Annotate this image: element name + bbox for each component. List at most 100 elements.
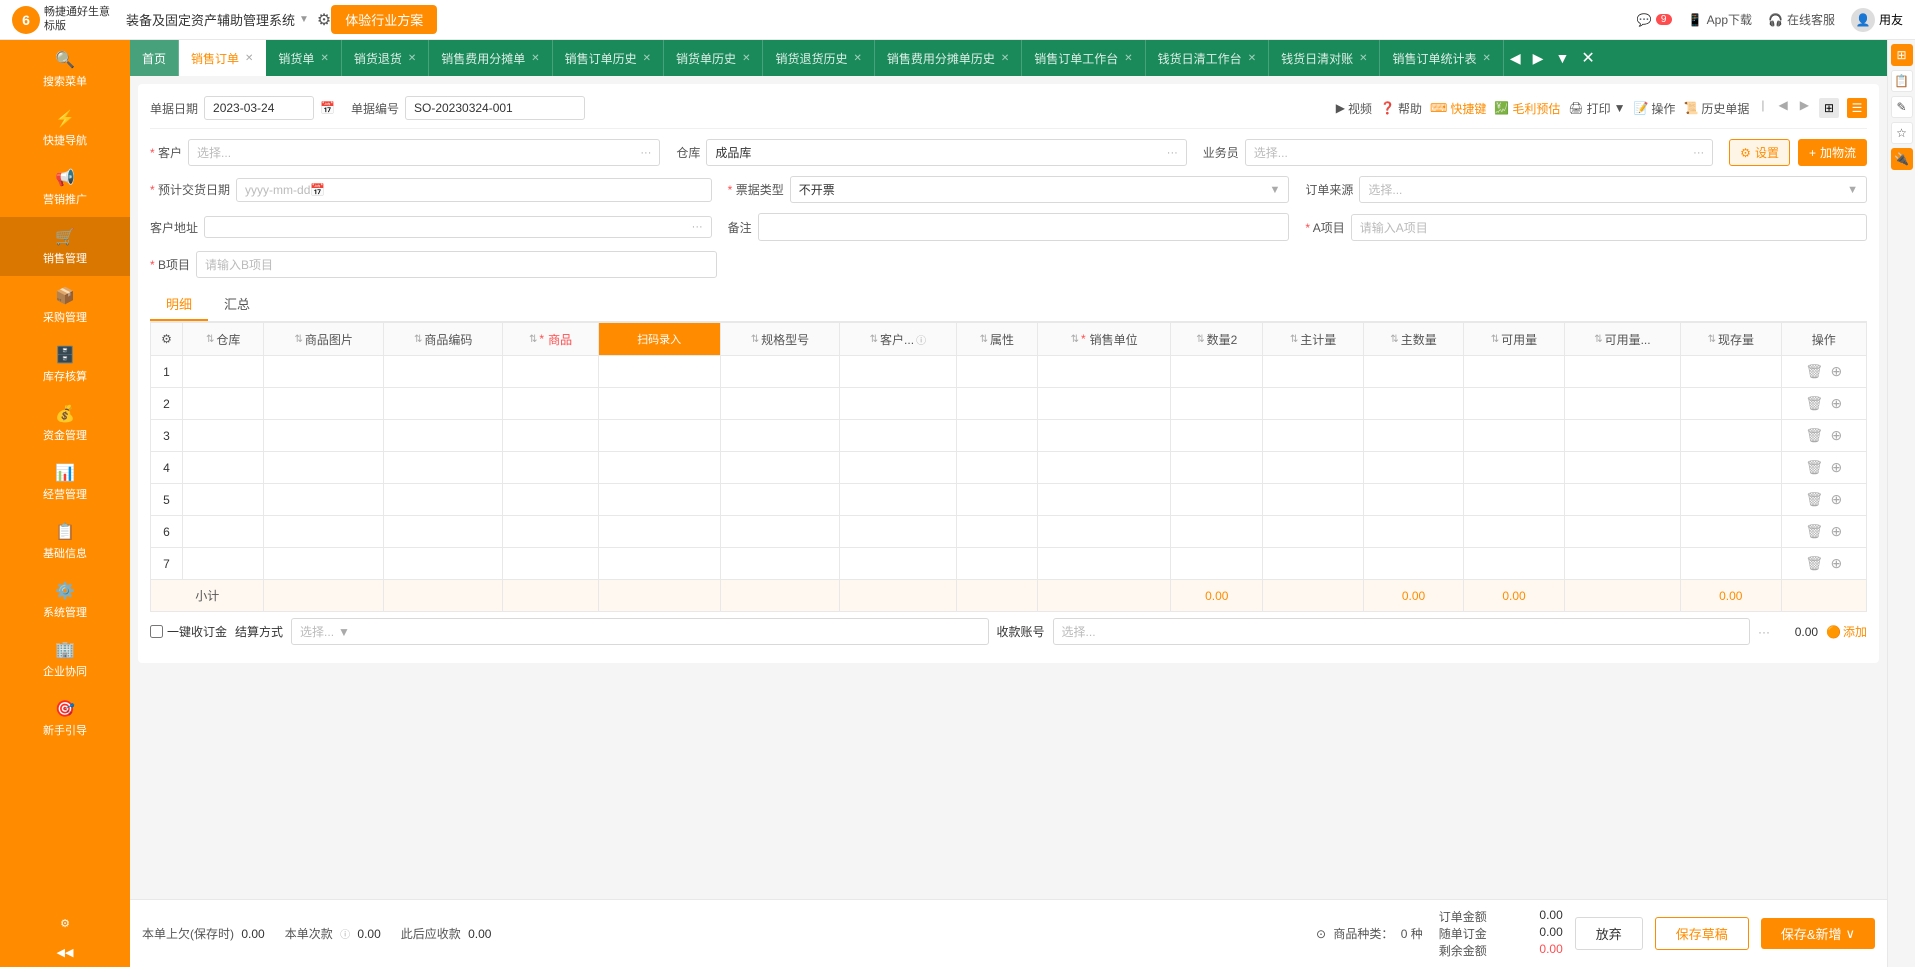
- tab-close-icon[interactable]: ✕: [1483, 53, 1491, 64]
- copy-icon[interactable]: ⊕: [1830, 459, 1842, 475]
- history-btn[interactable]: 📜 历史单据: [1683, 98, 1749, 118]
- right-panel-icon-3[interactable]: ✎: [1891, 96, 1913, 118]
- row-available[interactable]: [1464, 356, 1564, 388]
- copy-icon[interactable]: ⊕: [1830, 395, 1842, 411]
- system-name[interactable]: 装备及固定资产辅助管理系统 ▼: [126, 10, 309, 29]
- gear-icon[interactable]: ⚙: [317, 10, 331, 30]
- th-sort-icon[interactable]: ⇅: [980, 334, 988, 345]
- tab-reconcile[interactable]: 钱货日清对账 ✕: [1269, 40, 1380, 76]
- settlement-select[interactable]: 选择... ▼: [291, 618, 989, 645]
- tab-close-icon[interactable]: ✕: [1124, 53, 1132, 64]
- tab-close-icon[interactable]: ✕: [1248, 53, 1256, 64]
- tab-close-icon[interactable]: ✕: [643, 53, 651, 64]
- th-sort-icon[interactable]: ⇅: [206, 334, 214, 345]
- sidebar-item-system[interactable]: ⚙️ 系统管理: [0, 571, 130, 630]
- sidebar-item-quick-nav[interactable]: ⚡ 快捷导航: [0, 99, 130, 158]
- warehouse-input[interactable]: 成品库 ···: [706, 139, 1186, 166]
- settings-action-btn[interactable]: ⚙ 设置: [1729, 139, 1790, 166]
- tab-sales-return[interactable]: 销货单 ✕: [266, 40, 341, 76]
- delete-icon[interactable]: 🗑: [1805, 363, 1823, 379]
- row-product-image[interactable]: [264, 356, 384, 388]
- tab-prev-btn[interactable]: ◀: [1504, 50, 1527, 67]
- th-main-unit[interactable]: ⇅主计量: [1263, 323, 1363, 356]
- view-btn[interactable]: ▶ 视频: [1336, 98, 1372, 118]
- row-sales-unit[interactable]: [1038, 356, 1171, 388]
- sidebar-item-basic-info[interactable]: 📋 基础信息: [0, 512, 130, 571]
- row-qty2[interactable]: [1171, 356, 1263, 388]
- tab-close-icon[interactable]: ✕: [320, 53, 328, 64]
- row-customer-col[interactable]: [840, 356, 956, 388]
- tab-close-icon[interactable]: ✕: [853, 53, 861, 64]
- th-product[interactable]: ⇅*商品: [503, 323, 598, 356]
- customer-address-input[interactable]: ···: [204, 216, 712, 238]
- nav-next-icon[interactable]: ▶: [1800, 98, 1809, 118]
- delete-icon[interactable]: 🗑: [1805, 523, 1823, 539]
- memo-input[interactable]: [758, 213, 1290, 241]
- add-payment-btn[interactable]: 🟠 添加: [1826, 623, 1867, 640]
- row-attribute[interactable]: [956, 356, 1037, 388]
- right-panel-icon-5[interactable]: 🔌: [1891, 148, 1913, 170]
- tab-sales-fee-history[interactable]: 销售费用分摊单历史 ✕: [875, 40, 1022, 76]
- copy-icon[interactable]: ⊕: [1830, 427, 1842, 443]
- delivery-calendar-icon[interactable]: 📅: [310, 183, 325, 197]
- calendar-icon[interactable]: 📅: [320, 101, 335, 115]
- th-qty2[interactable]: ⇅数量2: [1171, 323, 1263, 356]
- sidebar-item-marketing[interactable]: 📢 营销推广: [0, 158, 130, 217]
- sidebar-item-inventory[interactable]: 🗄️ 库存核算: [0, 335, 130, 394]
- print-btn[interactable]: 🖨 打印 ▼: [1568, 98, 1625, 118]
- row-warehouse[interactable]: [183, 356, 264, 388]
- delete-icon[interactable]: 🗑: [1805, 555, 1823, 571]
- add-logistics-btn[interactable]: + 加物流: [1798, 139, 1867, 166]
- sidebar-settings-btn[interactable]: ⚙: [0, 909, 130, 938]
- order-source-input[interactable]: 选择... ▼: [1359, 176, 1867, 203]
- user-area[interactable]: 👤 用友: [1851, 8, 1903, 32]
- th-sort-icon[interactable]: ⇅: [1594, 334, 1602, 345]
- scan-btn[interactable]: 扫码录入: [629, 329, 689, 349]
- customer-input[interactable]: 选择... ···: [188, 139, 660, 166]
- delivery-date-input[interactable]: yyyy-mm-dd 📅: [236, 178, 712, 202]
- sidebar-item-purchase[interactable]: 📦 采购管理: [0, 276, 130, 335]
- tab-close-icon[interactable]: ✕: [245, 53, 253, 64]
- tab-sales-stats[interactable]: 销售订单统计表 ✕: [1380, 40, 1503, 76]
- th-main-qty[interactable]: ⇅主数量: [1363, 323, 1463, 356]
- operation-btn[interactable]: 📝 操作: [1633, 98, 1675, 118]
- salesperson-input[interactable]: 选择... ···: [1245, 139, 1713, 166]
- th-sort-icon[interactable]: ⇅: [870, 334, 878, 345]
- tab-summary[interactable]: 汇总: [208, 288, 266, 321]
- th-warehouse[interactable]: ⇅仓库: [183, 323, 264, 356]
- save-new-chevron-icon[interactable]: ∨: [1845, 926, 1855, 942]
- th-sales-unit[interactable]: ⇅*销售单位: [1038, 323, 1171, 356]
- sidebar-collapse-btn[interactable]: ◀◀: [0, 938, 130, 967]
- customer-address-ellipsis-icon[interactable]: ···: [692, 221, 703, 233]
- online-support-btn[interactable]: 🎧 在线客服: [1768, 11, 1835, 28]
- list-view-icon[interactable]: ☰: [1847, 98, 1867, 118]
- sidebar-item-operations[interactable]: 📊 经营管理: [0, 453, 130, 512]
- right-panel-icon-2[interactable]: 📋: [1891, 70, 1913, 92]
- row-spec[interactable]: [720, 356, 840, 388]
- th-sort-icon[interactable]: ⇅: [751, 334, 759, 345]
- invoice-type-select[interactable]: 不开票 ▼: [790, 176, 1290, 203]
- tab-sales-return-history[interactable]: 销货单历史 ✕: [664, 40, 763, 76]
- discard-button[interactable]: 放弃: [1575, 917, 1643, 950]
- copy-icon[interactable]: ⊕: [1830, 523, 1842, 539]
- delete-icon[interactable]: 🗑: [1805, 395, 1823, 411]
- th-sort-icon[interactable]: ⇅: [1196, 334, 1204, 345]
- save-new-button[interactable]: 保存&新增 ∨: [1761, 918, 1875, 949]
- th-spec[interactable]: ⇅规格型号: [720, 323, 840, 356]
- one-click-checkbox[interactable]: 一键收订金: [150, 623, 227, 640]
- a-project-input[interactable]: 请输入A项目: [1351, 214, 1867, 241]
- save-draft-button[interactable]: 保存草稿: [1655, 917, 1749, 950]
- copy-icon[interactable]: ⊕: [1830, 555, 1842, 571]
- profit-btn[interactable]: 💹 毛利预估: [1494, 98, 1560, 118]
- help-btn[interactable]: ❓ 帮助: [1380, 98, 1422, 118]
- copy-icon[interactable]: ⊕: [1830, 363, 1842, 379]
- tab-next-btn[interactable]: ▶: [1527, 50, 1550, 67]
- th-sort-icon[interactable]: ⇅: [1390, 334, 1398, 345]
- tab-close-icon[interactable]: ✕: [1001, 53, 1009, 64]
- th-sort-icon[interactable]: ⇅: [1708, 334, 1716, 345]
- sidebar-item-search[interactable]: 🔍 搜索菜单: [0, 40, 130, 99]
- th-product-code[interactable]: ⇅商品编码: [383, 323, 503, 356]
- tab-home[interactable]: 首页: [130, 40, 179, 76]
- delete-icon[interactable]: 🗑: [1805, 459, 1823, 475]
- th-sort-icon[interactable]: ⇅: [529, 334, 537, 345]
